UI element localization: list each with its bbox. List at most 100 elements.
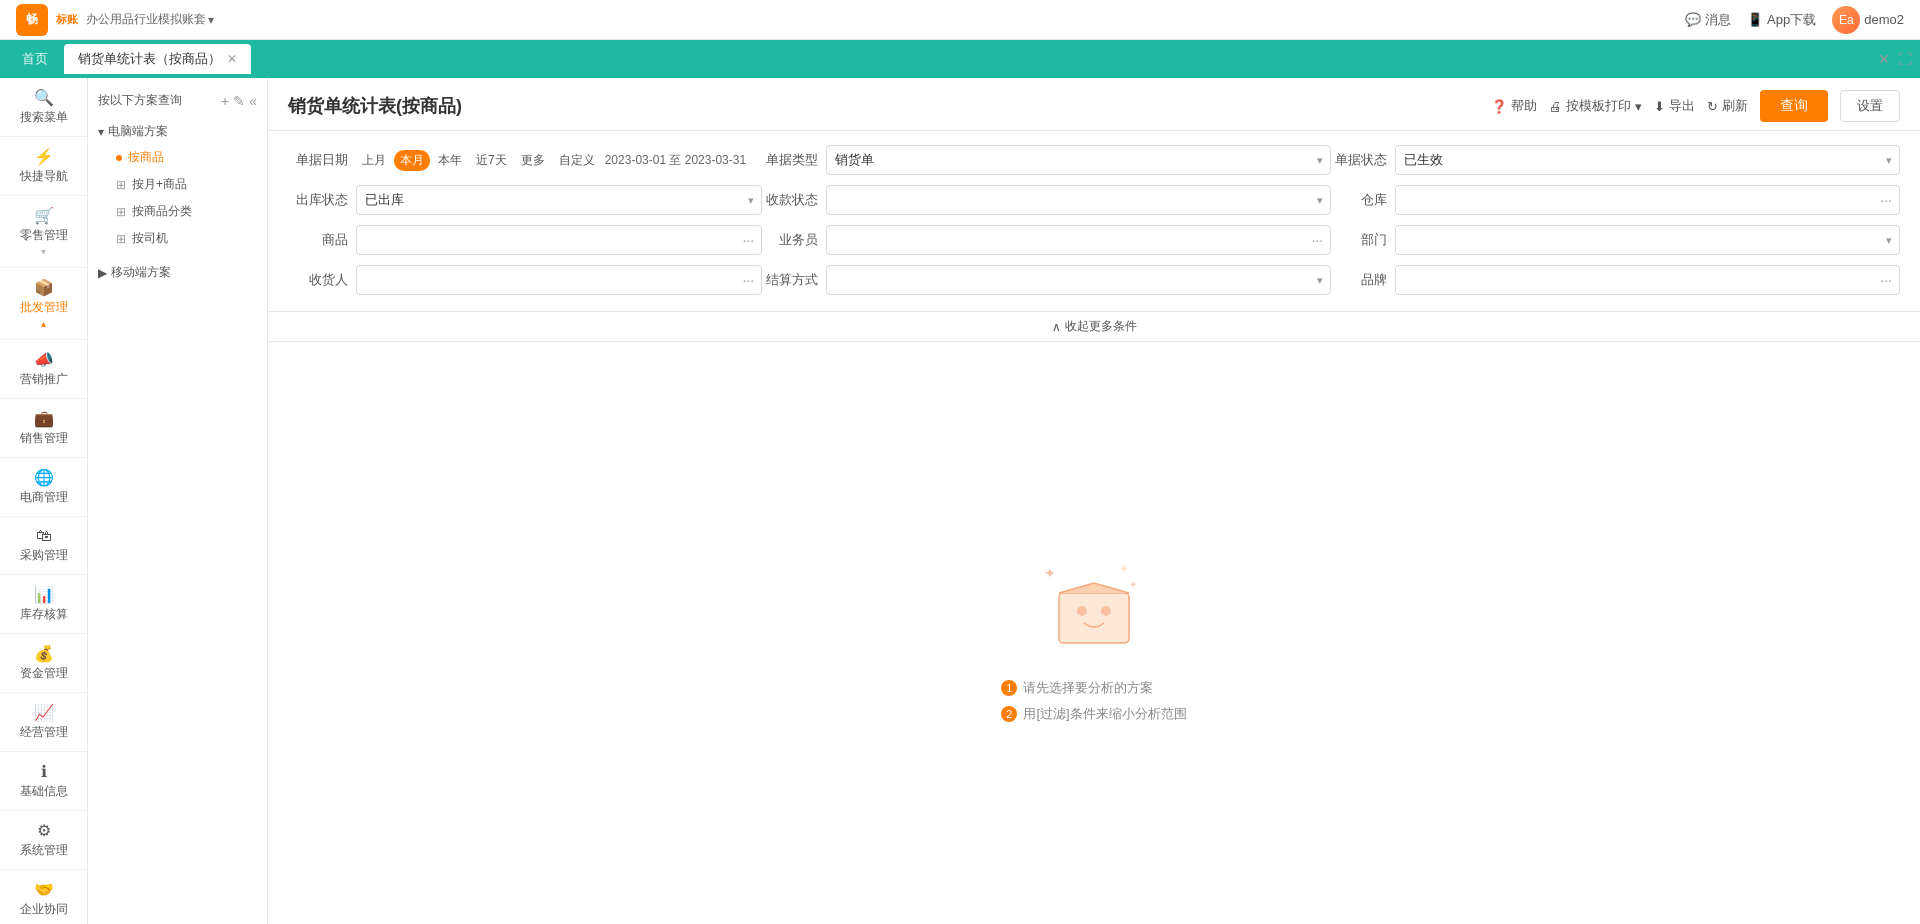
receiver-select[interactable]: ··· (356, 265, 762, 295)
out-status-chevron: ▾ (748, 194, 754, 207)
product-select[interactable]: ··· (356, 225, 762, 255)
export-icon: ⬇ (1654, 99, 1665, 114)
fp-mobile-arrow: ▶ (98, 266, 107, 280)
marketing-icon: 📣 (34, 350, 54, 369)
out-status-value: 已出库 (365, 191, 404, 209)
pay-status-label: 收款状态 (762, 191, 818, 209)
fp-pc-header[interactable]: ▾ 电脑端方案 (88, 119, 267, 144)
filter-panel-header: 按以下方案查询 + ✎ « (88, 86, 267, 115)
fp-item-by-product[interactable]: 按商品 (88, 144, 267, 171)
dept-chevron: ▾ (1886, 234, 1892, 247)
warehouse-select[interactable]: ··· (1395, 185, 1900, 215)
sidebar-item-marketing[interactable]: 📣 营销推广 (0, 340, 87, 399)
sidebar-item-operations[interactable]: 📈 经营管理 (0, 693, 87, 752)
receiver-control: ··· (356, 265, 762, 295)
empty-state: ✦ ✦ ✦ 1 请先选择要分析的方案 2 用[过滤]条件来缩小分析范围 (268, 342, 1920, 924)
fp-item-by-product-label: 按商品 (128, 149, 164, 166)
messages-btn[interactable]: 💬 消息 (1685, 11, 1731, 29)
filter-doc-status: 单据状态 已生效 ▾ (1331, 145, 1900, 175)
template-print-btn[interactable]: 🖨 按模板打印 ▾ (1549, 97, 1642, 115)
help-btn[interactable]: ❓ 帮助 (1491, 97, 1537, 115)
sidebar-item-finance[interactable]: 💰 资金管理 (0, 634, 87, 693)
sidebar-label-retail: 零售管理 (20, 227, 68, 244)
fp-item-by-cashier[interactable]: ⊞ 按司机 (88, 225, 267, 252)
date-tab-this-month[interactable]: 本月 (394, 150, 430, 171)
fp-section-mobile: ▶ 移动端方案 (88, 256, 267, 289)
query-btn[interactable]: 查询 (1760, 90, 1828, 122)
doc-type-label: 单据类型 (762, 151, 818, 169)
pay-status-select[interactable]: ▾ (826, 185, 1331, 215)
fp-item-by-month-product[interactable]: ⊞ 按月+商品 (88, 171, 267, 198)
fp-item-by-category[interactable]: ⊞ 按商品分类 (88, 198, 267, 225)
user-label: demo2 (1864, 12, 1904, 27)
tab-report-label: 销货单统计表（按商品） (78, 50, 221, 68)
download-icon: 📱 (1747, 12, 1763, 27)
date-tab-7days[interactable]: 近7天 (470, 150, 513, 171)
sidebar-item-retail[interactable]: 🛒 零售管理 ▾ (0, 196, 87, 268)
sidebar-item-quick-nav[interactable]: ⚡ 快捷导航 (0, 137, 87, 196)
settlement-control: ▾ (826, 265, 1331, 295)
fp-mobile-header[interactable]: ▶ 移动端方案 (88, 260, 267, 285)
date-tab-custom[interactable]: 自定义 (553, 150, 601, 171)
svg-text:✦: ✦ (1044, 565, 1056, 581)
doc-type-value: 销货单 (835, 151, 874, 169)
tab-close-icon[interactable]: ✕ (227, 52, 237, 66)
collapse-panel-btn[interactable]: « (249, 93, 257, 109)
empty-tip-1: 1 请先选择要分析的方案 (1001, 679, 1186, 697)
sidebar-item-sales[interactable]: 💼 销售管理 (0, 399, 87, 458)
brand-control: ··· (1395, 265, 1900, 295)
filter-warehouse: 仓库 ··· (1331, 185, 1900, 215)
settings-btn[interactable]: 设置 (1840, 90, 1900, 122)
filter-row-1: 单据日期 上月 本月 本年 近7天 更多 自定义 2023- (288, 145, 1900, 175)
empty-text-group: 1 请先选择要分析的方案 2 用[过滤]条件来缩小分析范围 (1001, 679, 1186, 723)
salesperson-select[interactable]: ··· (826, 225, 1331, 255)
sidebar-item-base-info[interactable]: ℹ 基础信息 (0, 752, 87, 811)
sidebar-label-ecommerce: 电商管理 (20, 489, 68, 506)
doc-type-chevron: ▾ (1317, 154, 1323, 167)
window-close-btn[interactable]: ✕ (1878, 51, 1890, 67)
topbar-left: 畅 标账 办公用品行业模拟账套 ▾ (16, 4, 214, 36)
wholesale-expand-icon: ▴ (41, 318, 46, 329)
date-label: 单据日期 (288, 151, 348, 169)
settlement-select[interactable]: ▾ (826, 265, 1331, 295)
avatar: Ea (1832, 6, 1860, 34)
date-tab-last-month[interactable]: 上月 (356, 150, 392, 171)
out-status-select[interactable]: 已出库 ▾ (356, 185, 762, 215)
sidebar-item-inventory[interactable]: 📊 库存核算 (0, 575, 87, 634)
fp-section-pc: ▾ 电脑端方案 按商品 ⊞ 按月+商品 ⊞ 按商品分类 ⊞ 按司机 (88, 115, 267, 256)
dept-select[interactable]: ▾ (1395, 225, 1900, 255)
brand-select[interactable]: ··· (1395, 265, 1900, 295)
sidebar-item-wholesale[interactable]: 📦 批发管理 ▴ (0, 268, 87, 340)
date-tab-this-year[interactable]: 本年 (432, 150, 468, 171)
sidebar-item-purchase[interactable]: 🛍 采购管理 (0, 517, 87, 575)
doc-type-control: 销货单 ▾ (826, 145, 1331, 175)
collapse-bar[interactable]: ∧ 收起更多条件 (268, 312, 1920, 342)
workspace-selector[interactable]: 办公用品行业模拟账套 ▾ (86, 11, 214, 28)
export-label: 导出 (1669, 97, 1695, 115)
window-maximize-btn[interactable]: ⛶ (1898, 51, 1912, 67)
content-area: 按以下方案查询 + ✎ « ▾ 电脑端方案 按商品 ⊞ (88, 78, 1920, 924)
topbar-right: 💬 消息 📱 App下载 Ea demo2 (1685, 6, 1904, 34)
sidebar-item-ecommerce[interactable]: 🌐 电商管理 (0, 458, 87, 517)
date-tab-more[interactable]: 更多 (515, 150, 551, 171)
filter-dept: 部门 ▾ (1331, 225, 1900, 255)
tab-report[interactable]: 销货单统计表（按商品） ✕ (64, 44, 251, 74)
refresh-btn[interactable]: ↻ 刷新 (1707, 97, 1748, 115)
app-download-btn[interactable]: 📱 App下载 (1747, 11, 1816, 29)
export-btn[interactable]: ⬇ 导出 (1654, 97, 1695, 115)
sidebar-item-search-menu[interactable]: 🔍 搜索菜单 (0, 78, 87, 137)
right-panel: 销货单统计表(按商品) ❓ 帮助 🖨 按模板打印 ▾ ⬇ 导出 (268, 78, 1920, 924)
sidebar-item-enterprise[interactable]: 🤝 企业协同 (0, 870, 87, 924)
edit-scheme-btn[interactable]: ✎ (233, 93, 245, 109)
sidebar-item-system[interactable]: ⚙ 系统管理 (0, 811, 87, 870)
filter-out-status: 出库状态 已出库 ▾ (288, 185, 762, 215)
user-menu[interactable]: Ea demo2 (1832, 6, 1904, 34)
settlement-label: 结算方式 (762, 271, 818, 289)
doc-type-select[interactable]: 销货单 ▾ (826, 145, 1331, 175)
add-scheme-btn[interactable]: + (221, 93, 229, 109)
search-menu-icon: 🔍 (34, 88, 54, 107)
tab-home[interactable]: 首页 (8, 44, 62, 74)
workspace-title: 办公用品行业模拟账套 (86, 11, 206, 28)
doc-status-select[interactable]: 已生效 ▾ (1395, 145, 1900, 175)
brand-dots: ··· (1880, 272, 1892, 288)
